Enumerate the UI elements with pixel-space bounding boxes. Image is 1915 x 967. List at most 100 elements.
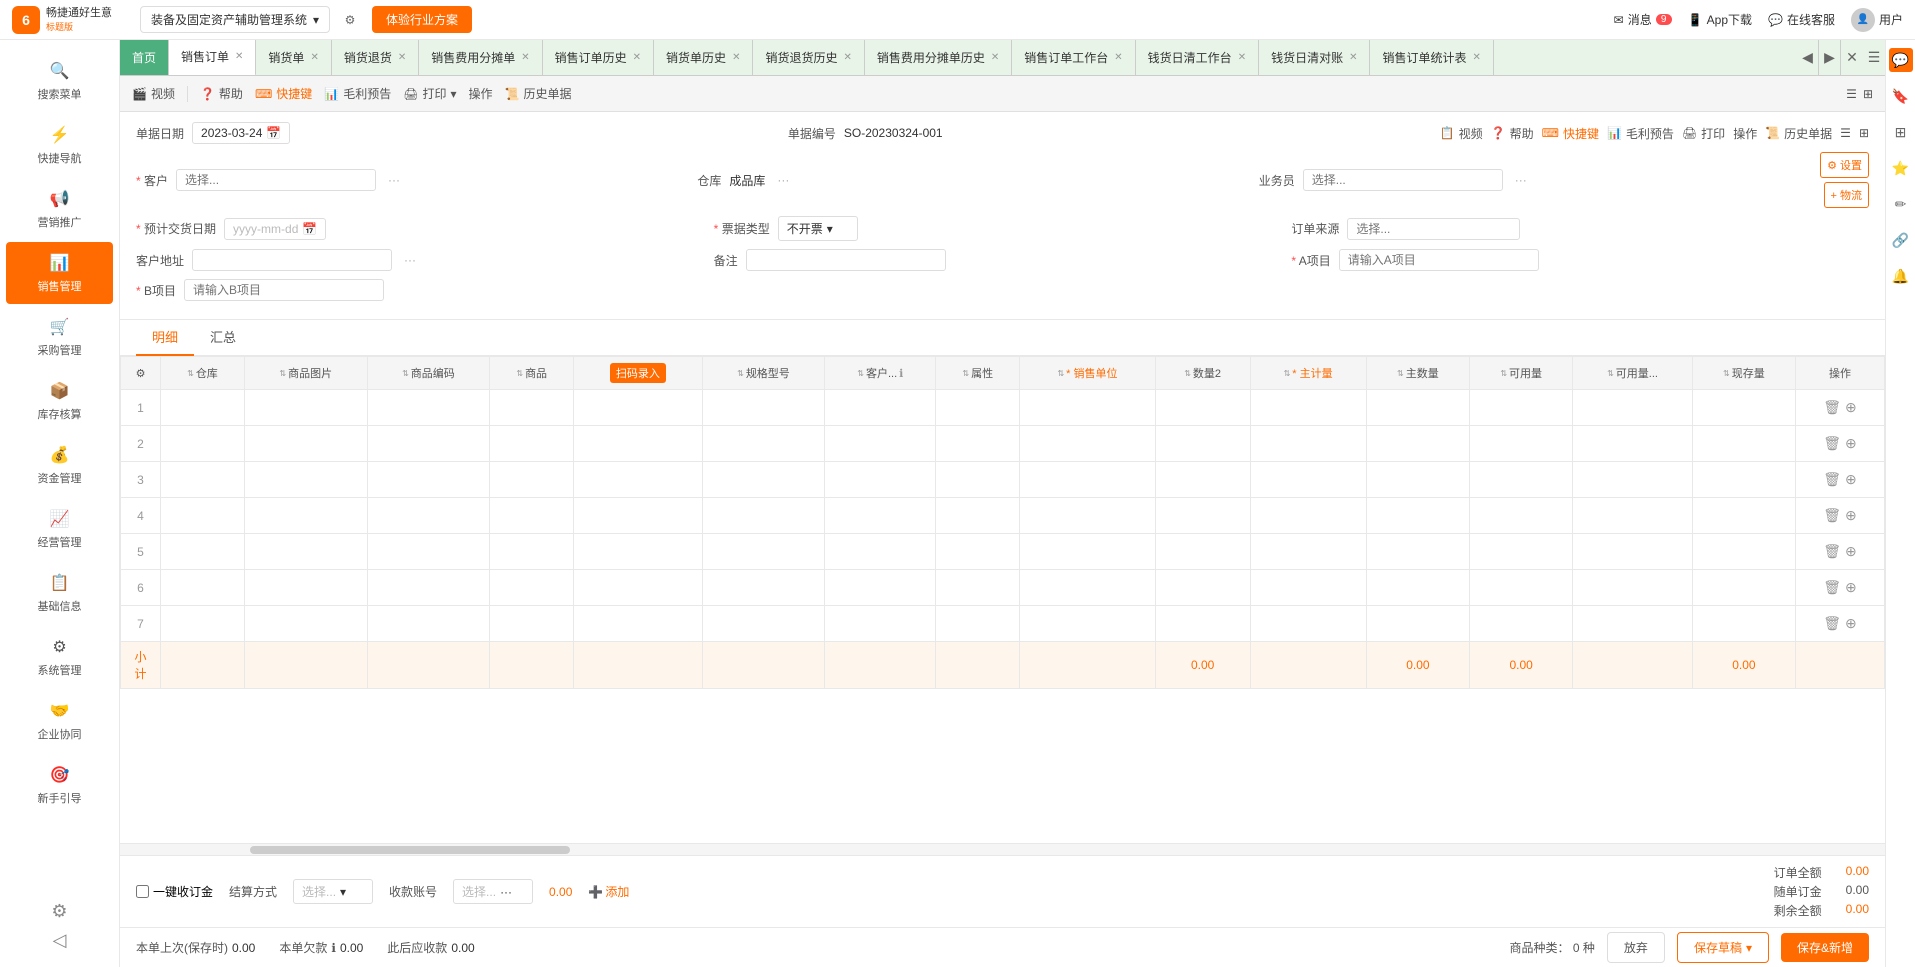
cell-6-1[interactable] (244, 570, 367, 606)
cell-1-6[interactable] (825, 390, 936, 426)
tab-12[interactable]: 销售订单统计表✕ (1370, 40, 1493, 76)
account-select[interactable]: 选择... ··· (453, 879, 533, 904)
history-btn[interactable]: 📜历史单据 (505, 85, 572, 102)
th-spec[interactable]: ⇅规格型号 (702, 357, 825, 390)
scan-btn[interactable]: 扫码录入 (610, 363, 666, 383)
th-product[interactable]: ⇅商品 (490, 357, 574, 390)
cell-3-12[interactable] (1470, 462, 1573, 498)
cell-1-8[interactable] (1020, 390, 1156, 426)
delete-icon[interactable]: 🗑 (1823, 507, 1841, 524)
b-project-input[interactable] (184, 279, 384, 301)
sidebar-item-9[interactable]: ⚙系统管理 (6, 626, 113, 688)
cell-6-4[interactable] (574, 570, 702, 606)
cell-1-1[interactable] (244, 390, 367, 426)
cell-6-11[interactable] (1366, 570, 1469, 606)
th-main-unit[interactable]: ⇅* 主计量 (1250, 357, 1366, 390)
cell-1-3[interactable] (490, 390, 574, 426)
th-attr[interactable]: ⇅属性 (936, 357, 1020, 390)
cell-3-9[interactable] (1155, 462, 1250, 498)
tab-10[interactable]: 钱货日清工作台✕ (1136, 40, 1259, 76)
tab-9[interactable]: 销售订单工作台✕ (1012, 40, 1135, 76)
table-view-btn[interactable]: ☰ (1846, 87, 1857, 101)
delete-icon[interactable]: 🗑 (1823, 471, 1841, 488)
sidebar-settings-btn[interactable]: ⚙ (51, 901, 67, 922)
cell-5-10[interactable] (1250, 534, 1366, 570)
cell-3-2[interactable] (367, 462, 490, 498)
date-input[interactable]: 2023-03-24 📅 (192, 122, 290, 144)
rp-star-icon[interactable]: ⭐ (1889, 156, 1913, 180)
cell-4-8[interactable] (1020, 498, 1156, 534)
tab-close-2[interactable]: ✕ (310, 52, 318, 63)
sidebar-item-4[interactable]: 🛒采购管理 (6, 306, 113, 368)
tab-8[interactable]: 销售费用分摊单历史✕ (865, 40, 1012, 76)
cell-7-12[interactable] (1470, 606, 1573, 642)
cell-7-8[interactable] (1020, 606, 1156, 642)
cell-3-7[interactable] (936, 462, 1020, 498)
cell-3-6[interactable] (825, 462, 936, 498)
cell-4-11[interactable] (1366, 498, 1469, 534)
cell-2-14[interactable] (1692, 426, 1795, 462)
sidebar-item-7[interactable]: 📈经营管理 (6, 498, 113, 560)
copy-icon[interactable]: ⊕ (1845, 435, 1857, 452)
top-settings-icon[interactable]: ⚙ (336, 6, 364, 34)
shortcut-icon-btn[interactable]: ⌨ 快捷键 (1542, 125, 1599, 142)
cell-5-8[interactable] (1020, 534, 1156, 570)
rp-bell-icon[interactable]: 🔔 (1889, 264, 1913, 288)
cell-5-14[interactable] (1692, 534, 1795, 570)
tab-close-8[interactable]: ✕ (991, 52, 999, 63)
order-source-input[interactable] (1347, 218, 1520, 240)
sidebar-item-3[interactable]: 📊销售管理 (6, 242, 113, 304)
th-code[interactable]: ⇅商品编码 (367, 357, 490, 390)
sidebar-item-0[interactable]: 🔍搜索菜单 (6, 50, 113, 112)
sidebar-item-1[interactable]: ⚡快捷导航 (6, 114, 113, 176)
user-avatar[interactable]: 👤 用户 (1851, 8, 1903, 32)
customer-input[interactable] (176, 169, 376, 191)
cell-5-1[interactable] (244, 534, 367, 570)
salesperson-input[interactable] (1303, 169, 1503, 191)
save-draft-btn[interactable]: 保存草稿 ▾ (1677, 932, 1769, 963)
print-icon-btn[interactable]: 🖨 打印 (1682, 125, 1725, 142)
delete-icon[interactable]: 🗑 (1823, 435, 1841, 452)
cell-2-0[interactable] (161, 426, 245, 462)
tab-prev-btn[interactable]: ◀ (1797, 40, 1819, 76)
cell-1-0[interactable] (161, 390, 245, 426)
sidebar-item-6[interactable]: 💰资金管理 (6, 434, 113, 496)
card-view-btn[interactable]: ⊞ (1863, 87, 1873, 101)
cell-2-1[interactable] (244, 426, 367, 462)
app-download-btn[interactable]: 📱 App下载 (1688, 11, 1752, 28)
cell-3-14[interactable] (1692, 462, 1795, 498)
th-warehouse[interactable]: ⇅仓库 (161, 357, 245, 390)
cell-7-7[interactable] (936, 606, 1020, 642)
th-available[interactable]: ⇅可用量 (1470, 357, 1573, 390)
tab-5[interactable]: 销售订单历史✕ (543, 40, 654, 76)
tab-close-4[interactable]: ✕ (521, 52, 529, 63)
cell-5-2[interactable] (367, 534, 490, 570)
cell-6-14[interactable] (1692, 570, 1795, 606)
delete-icon[interactable]: 🗑 (1823, 615, 1841, 632)
tab-11[interactable]: 钱货日清对账✕ (1259, 40, 1370, 76)
cell-4-10[interactable] (1250, 498, 1366, 534)
tab-expand-btn[interactable]: ✕ (1841, 40, 1863, 76)
cell-5-9[interactable] (1155, 534, 1250, 570)
cell-3-3[interactable] (490, 462, 574, 498)
cell-6-7[interactable] (936, 570, 1020, 606)
cell-4-1[interactable] (244, 498, 367, 534)
th-main-qty[interactable]: ⇅主数量 (1366, 357, 1469, 390)
th-available2[interactable]: ⇅可用量... (1573, 357, 1692, 390)
salesperson-expand-icon[interactable]: ··· (1515, 173, 1527, 187)
cell-2-4[interactable] (574, 426, 702, 462)
cell-4-12[interactable] (1470, 498, 1573, 534)
sidebar-item-5[interactable]: 📦库存核算 (6, 370, 113, 432)
delivery-date-input[interactable]: yyyy-mm-dd 📅 (224, 218, 326, 240)
cell-4-7[interactable] (936, 498, 1020, 534)
tab-close-7[interactable]: ✕ (843, 52, 851, 63)
a-project-input[interactable] (1339, 249, 1539, 271)
rp-grid-icon[interactable]: ⊞ (1889, 120, 1913, 144)
remarks-input[interactable] (746, 249, 946, 271)
rp-edit-icon[interactable]: ✏ (1889, 192, 1913, 216)
cell-5-5[interactable] (702, 534, 825, 570)
profit-btn[interactable]: 📊毛利预告 (324, 85, 391, 102)
tab-1[interactable]: 销售订单✕ (169, 40, 256, 76)
cell-6-8[interactable] (1020, 570, 1156, 606)
th-unit[interactable]: ⇅* 销售单位 (1020, 357, 1156, 390)
